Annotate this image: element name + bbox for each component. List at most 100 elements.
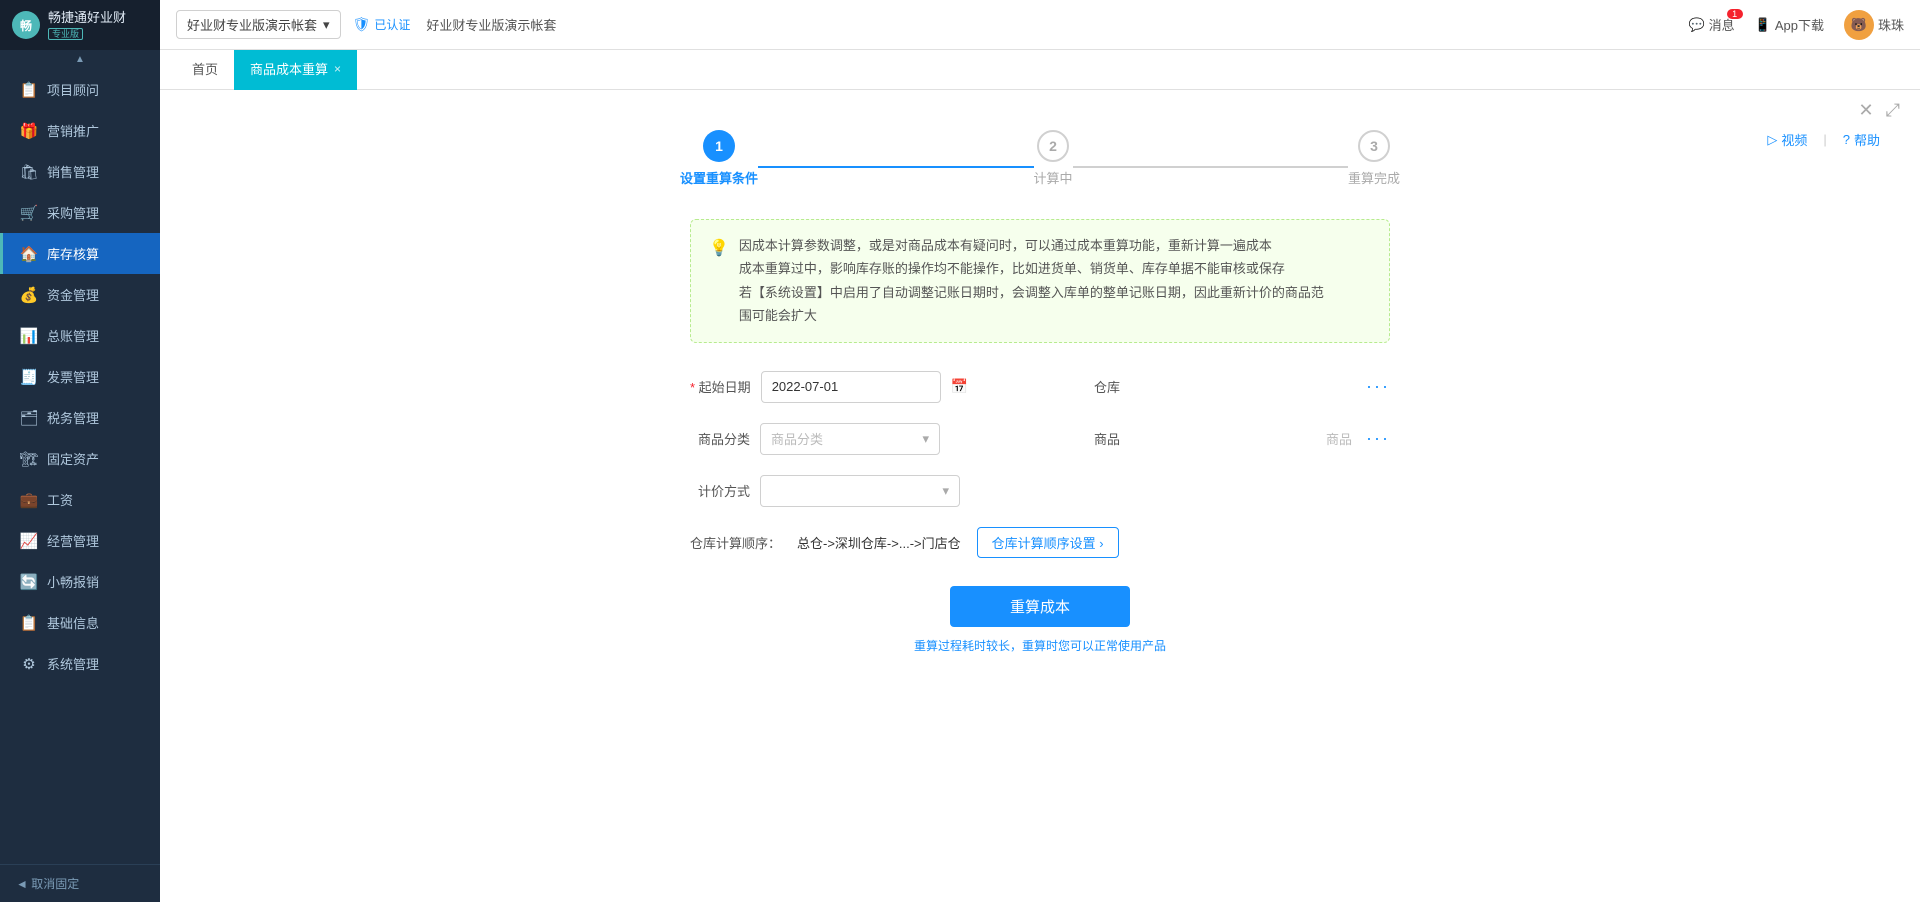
chevron-down-icon-category: ▾ (922, 431, 929, 447)
info-line-4: 围可能会扩大 (739, 304, 1324, 327)
sidebar-item-operation[interactable]: 📈 经营管理 (0, 520, 160, 561)
info-line-2: 成本重算过中，影响库存账的操作均不能操作，比如进货单、销货单、库存单据不能审核或… (739, 257, 1324, 280)
sidebar-item-sales[interactable]: 🛍 销售管理 (0, 151, 160, 192)
system-icon: ⚙ (19, 655, 39, 673)
content-area: ✕ ⤢ ▷ 视频 | ? 帮助 1 设置重算条件 (160, 90, 1920, 902)
warehouse-dots-btn[interactable]: ··· (1366, 376, 1390, 397)
avatar: 🐻 (1844, 10, 1874, 40)
tab-cost-recalc[interactable]: 商品成本重算 × (234, 50, 357, 90)
accounting-icon: 📊 (19, 327, 39, 345)
price-method-field: 计价方式 ▾ (690, 475, 1020, 507)
sidebar: 畅 畅捷通好业财 专业版 ▲ 📋 项目顾问 🎁 营销推广 🛍 销售管理 🛒 采购… (0, 0, 160, 902)
info-content: 因成本计算参数调整，或是对商品成本有疑问时，可以通过成本重算功能，重新计算一遍成… (739, 234, 1324, 328)
cert-badge: 🛡 已认证 (353, 16, 411, 33)
chevron-down-icon: ▾ (323, 17, 330, 33)
form-row-3: 计价方式 ▾ (690, 475, 1390, 507)
assets-icon: 🏗 (19, 450, 39, 468)
sidebar-item-invoice[interactable]: 🧾 发票管理 (0, 356, 160, 397)
sidebar-subtitle: 专业版 (48, 27, 126, 40)
sidebar-item-system[interactable]: ⚙ 系统管理 (0, 643, 160, 684)
expense-icon: 🔄 (19, 573, 39, 591)
sidebar-unpin[interactable]: ◄ 取消固定 (0, 864, 160, 902)
recalc-btn[interactable]: 重算成本 (950, 586, 1130, 627)
warehouse-order-row: 仓库计算顺序： 总仓->深圳仓库->...->门店仓 仓库计算顺序设置 › (690, 527, 1390, 558)
info-line-3: 若【系统设置】中启用了自动调整记账日期时，会调整入库单的整单记账日期，因此重新计… (739, 281, 1324, 304)
sidebar-item-basic[interactable]: 📋 基础信息 (0, 602, 160, 643)
video-link[interactable]: ▷ 视频 (1767, 130, 1807, 149)
warehouse-order-value: 总仓->深圳仓库->...->门店仓 (797, 533, 961, 552)
marketing-icon: 🎁 (19, 122, 39, 140)
start-date-label: 起始日期 (690, 377, 751, 396)
tax-icon: 🗂 (19, 409, 39, 427)
account-select[interactable]: 好业财专业版演示帐套 ▾ (176, 10, 341, 39)
message-badge: 1 (1727, 9, 1743, 19)
question-icon: ? (1843, 132, 1850, 147)
message-btn[interactable]: 💬 消息 1 (1688, 15, 1734, 34)
sidebar-title: 畅捷通好业财 (48, 10, 126, 27)
sidebar-item-tax[interactable]: 🗂 税务管理 (0, 397, 160, 438)
sidebar-item-purchase[interactable]: 🛒 采购管理 (0, 192, 160, 233)
sidebar-brand: 畅捷通好业财 专业版 (48, 10, 126, 40)
topbar-actions: 💬 消息 1 📱 App下载 🐻 珠珠 (1688, 10, 1904, 40)
account-name-label: 好业财专业版演示帐套 (426, 15, 556, 34)
main-area: 好业财专业版演示帐套 ▾ 🛡 已认证 好业财专业版演示帐套 💬 消息 1 📱 A… (160, 0, 1920, 902)
help-links: ▷ 视频 | ? 帮助 (1767, 130, 1880, 149)
step-1: 1 设置重算条件 (680, 130, 758, 187)
warehouse-order-btn[interactable]: 仓库计算顺序设置 › (977, 527, 1119, 558)
expand-window-btn[interactable]: ⤢ (1886, 100, 1900, 121)
app-download-btn[interactable]: 📱 App下载 (1755, 15, 1824, 34)
close-window-btn[interactable]: ✕ (1859, 100, 1874, 121)
salary-icon: 💼 (19, 491, 39, 509)
tab-close-btn[interactable]: × (334, 62, 341, 76)
sidebar-item-accounting[interactable]: 📊 总账管理 (0, 315, 160, 356)
sidebar-item-project[interactable]: 📋 项目顾问 (0, 69, 160, 110)
sidebar-item-finance[interactable]: 💰 资金管理 (0, 274, 160, 315)
sidebar-item-inventory[interactable]: 🏠 库存核算 (0, 233, 160, 274)
recalc-section: 重算成本 重算过程耗时较长，重算时您可以正常使用产品 (690, 586, 1390, 654)
sidebar-item-assets[interactable]: 🏗 固定资产 (0, 438, 160, 479)
category-label: 商品分类 (690, 429, 750, 448)
step3-label: 重算完成 (1348, 168, 1400, 187)
step2-circle: 2 (1037, 130, 1069, 162)
tab-home[interactable]: 首页 (176, 50, 234, 90)
product-dots-btn[interactable]: ··· (1366, 428, 1390, 449)
inventory-icon: 🏠 (19, 245, 39, 263)
product-placeholder: 商品 (1326, 429, 1352, 448)
user-menu[interactable]: 🐻 珠珠 (1844, 10, 1904, 40)
info-line-1: 因成本计算参数调整，或是对商品成本有疑问时，可以通过成本重算功能，重新计算一遍成… (739, 234, 1324, 257)
info-icon: 💡 (709, 235, 729, 328)
invoice-icon: 🧾 (19, 368, 39, 386)
sales-icon: 🛍 (19, 163, 39, 181)
sidebar-item-expense[interactable]: 🔄 小畅报销 (0, 561, 160, 602)
price-method-select[interactable]: ▾ (760, 475, 960, 507)
basic-icon: 📋 (19, 614, 39, 632)
step1-label: 设置重算条件 (680, 168, 758, 187)
step-3: 3 重算完成 (1348, 130, 1400, 187)
category-select[interactable]: 商品分类 ▾ (760, 423, 940, 455)
warehouse-label: 仓库 (1060, 377, 1120, 396)
operation-icon: 📈 (19, 532, 39, 550)
message-icon: 💬 (1688, 17, 1704, 33)
window-controls: ✕ ⤢ (1859, 100, 1901, 121)
sidebar-item-marketing[interactable]: 🎁 营销推广 (0, 110, 160, 151)
sidebar-item-salary[interactable]: 💼 工资 (0, 479, 160, 520)
step-2: 2 计算中 (1034, 130, 1073, 187)
chevron-down-icon-price: ▾ (942, 483, 949, 499)
warehouse-order-label: 仓库计算顺序： (690, 533, 781, 552)
stepper: 1 设置重算条件 2 计算中 3 重算完成 (590, 130, 1490, 187)
info-box: 💡 因成本计算参数调整，或是对商品成本有疑问时，可以通过成本重算功能，重新计算一… (690, 219, 1390, 343)
sidebar-header: 畅 畅捷通好业财 专业版 (0, 0, 160, 50)
purchase-icon: 🛒 (19, 204, 39, 222)
step1-circle: 1 (703, 130, 735, 162)
step-line-2 (1073, 166, 1348, 168)
start-date-input[interactable] (761, 371, 941, 403)
calendar-icon[interactable]: 📅 (951, 378, 968, 395)
sidebar-logo: 畅 (12, 11, 40, 39)
shield-icon: 🛡 (353, 16, 371, 33)
mobile-icon: 📱 (1755, 17, 1771, 33)
sidebar-nav: 📋 项目顾问 🎁 营销推广 🛍 销售管理 🛒 采购管理 🏠 库存核算 💰 资金管… (0, 69, 160, 864)
help-link[interactable]: ? 帮助 (1843, 130, 1880, 149)
sidebar-scroll-up[interactable]: ▲ (0, 50, 160, 69)
product-label: 商品 (1060, 429, 1120, 448)
form-section: 起始日期 📅 仓库 ··· 商品分类 商品分类 ▾ (690, 371, 1390, 654)
